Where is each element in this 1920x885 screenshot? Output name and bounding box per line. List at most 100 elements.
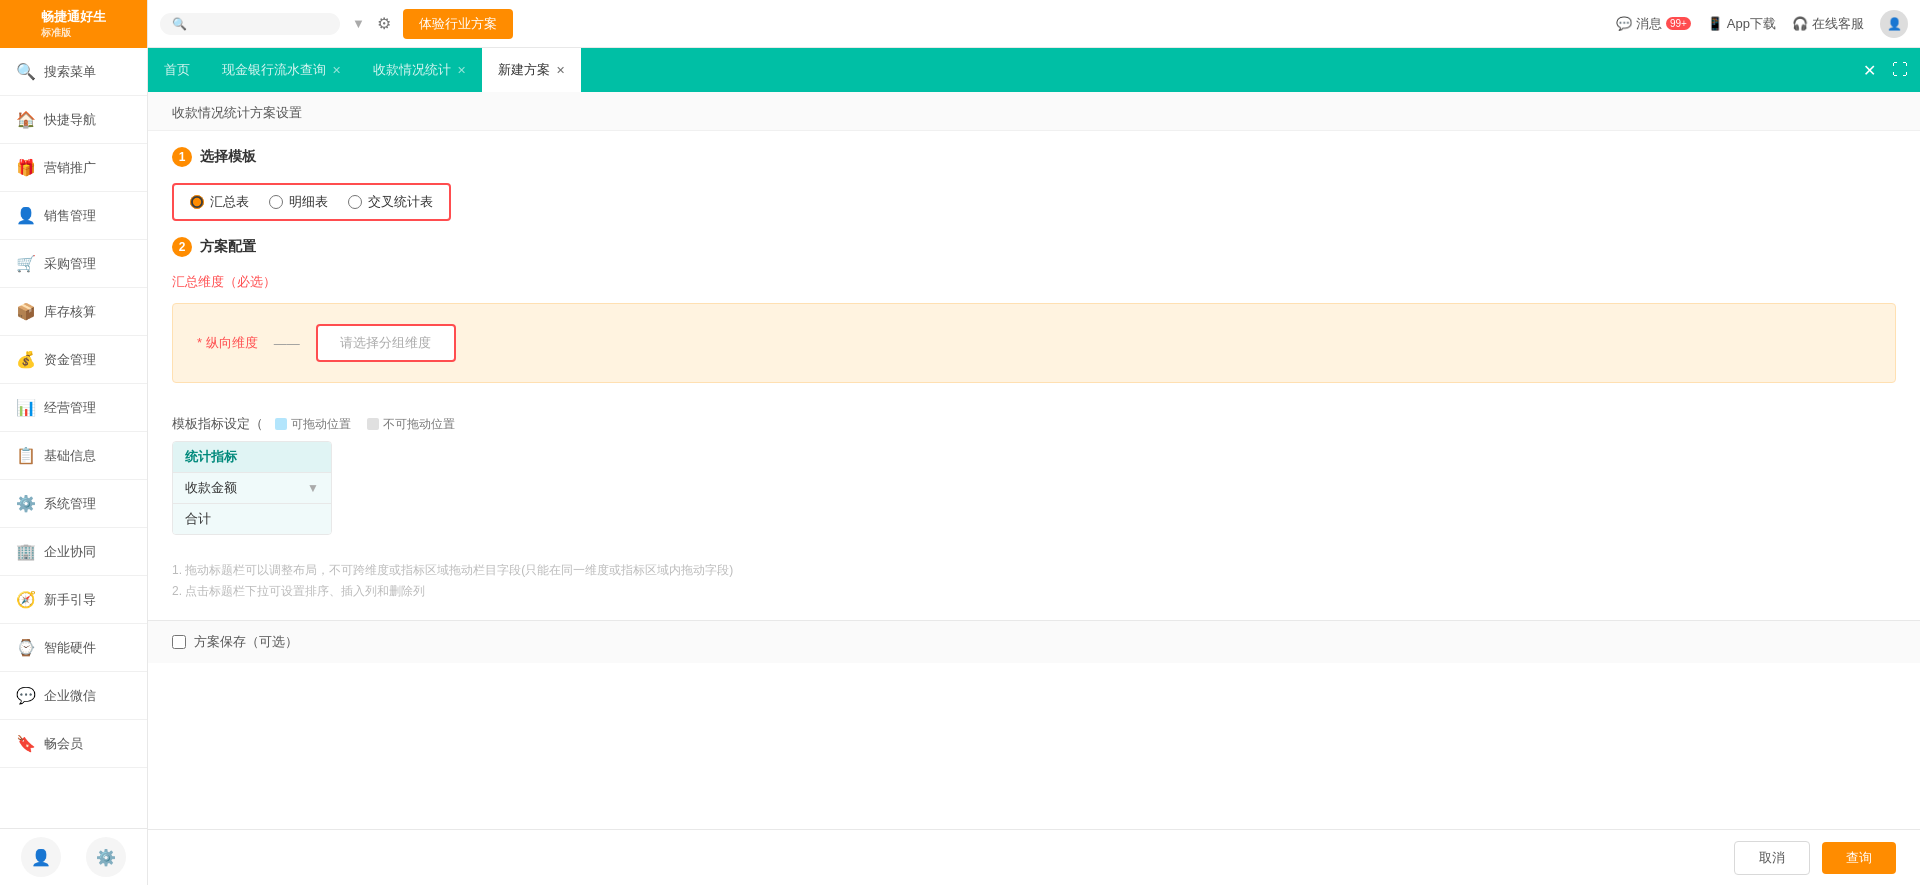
tab-home[interactable]: 首页	[148, 48, 206, 92]
section-config: 2 方案配置 汇总维度（必选） * 纵向维度 —— 请选择分组维度	[148, 237, 1920, 415]
sidebar-collapse-btn[interactable]: 👤	[21, 837, 61, 877]
template-select-box: 汇总表 明细表 交叉统计表	[172, 183, 451, 221]
industry-solution-button[interactable]: 体验行业方案	[403, 9, 513, 39]
bottom-bar: 取消 查询	[148, 829, 1920, 885]
topbar-search-box[interactable]: 🔍	[160, 13, 340, 35]
user-avatar[interactable]: 👤	[1880, 10, 1908, 38]
indicator-table-header: 统计指标	[173, 442, 331, 472]
save-plan-label: 方案保存（可选）	[194, 633, 298, 651]
tab-new-plan-close[interactable]: ✕	[556, 64, 565, 77]
non-draggable-dot	[367, 418, 379, 430]
app-download-label: App下载	[1727, 15, 1776, 33]
tab-new-plan[interactable]: 新建方案 ✕	[482, 48, 581, 92]
tab-receivable-label: 收款情况统计	[373, 61, 451, 79]
sidebar-item-label: 销售管理	[44, 207, 96, 225]
sidebar-item-label: 搜索菜单	[44, 63, 96, 81]
sidebar-item-inventory[interactable]: 📦 库存核算	[0, 288, 147, 336]
legend-non-draggable: 不可拖动位置	[367, 416, 455, 433]
section2-number: 2	[172, 237, 192, 257]
sidebar-item-basic-info[interactable]: 📋 基础信息	[0, 432, 147, 480]
tip-2: 2. 点击标题栏下拉可设置排序、插入列和删除列	[172, 583, 1896, 600]
sidebar-item-label: 采购管理	[44, 255, 96, 273]
sidebar: 畅捷通好生 标准版 🔍 搜索菜单 🏠 快捷导航 🎁 营销推广 👤 销售管理 🛒 …	[0, 0, 148, 885]
tab-new-plan-label: 新建方案	[498, 61, 550, 79]
tips-section: 1. 拖动标题栏可以调整布局，不可跨维度或指标区域拖动栏目字段(只能在同一维度或…	[148, 554, 1920, 620]
sidebar-item-hardware[interactable]: ⌚ 智能硬件	[0, 624, 147, 672]
content-area: 收款情况统计方案设置 1 选择模板 汇总表 明细表 交叉统计表	[148, 92, 1920, 829]
online-service-label: 在线客服	[1812, 15, 1864, 33]
template-summary-radio[interactable]	[190, 195, 204, 209]
sidebar-item-label: 新手引导	[44, 591, 96, 609]
tab-expand-icon[interactable]: ⛶	[1888, 57, 1912, 83]
dim-arrow: ——	[274, 336, 300, 351]
sidebar-item-sales[interactable]: 👤 销售管理	[0, 192, 147, 240]
sidebar-item-operations[interactable]: 📊 经营管理	[0, 384, 147, 432]
sidebar-item-quick-nav[interactable]: 🏠 快捷导航	[0, 96, 147, 144]
topbar-dropdown-icon[interactable]: ▼	[352, 16, 365, 31]
app-icon: 📱	[1707, 16, 1723, 31]
sidebar-bottom: 👤 ⚙️	[0, 828, 147, 885]
member-icon: 🔖	[16, 734, 36, 753]
purchase-icon: 🛒	[16, 254, 36, 273]
sidebar-item-marketing[interactable]: 🎁 营销推广	[0, 144, 147, 192]
sidebar-item-label: 系统管理	[44, 495, 96, 513]
indicator-row-total: 合计	[173, 503, 331, 534]
tab-home-label: 首页	[164, 61, 190, 79]
nav-tabs: 首页 现金银行流水查询 ✕ 收款情况统计 ✕ 新建方案 ✕ ✕ ⛶	[148, 48, 1920, 92]
dim-select-box[interactable]: 请选择分组维度	[316, 324, 456, 362]
cancel-button[interactable]: 取消	[1734, 841, 1810, 875]
section-template: 1 选择模板 汇总表 明细表 交叉统计表	[148, 131, 1920, 237]
indicator-row-amount[interactable]: 收款金额 ▼	[173, 472, 331, 503]
legend-draggable: 可拖动位置	[275, 416, 351, 433]
sidebar-item-label: 快捷导航	[44, 111, 96, 129]
tab-receivable[interactable]: 收款情况统计 ✕	[357, 48, 482, 92]
footer-save-section: 方案保存（可选）	[148, 620, 1920, 663]
sidebar-item-label: 经营管理	[44, 399, 96, 417]
vertical-dim-label: * 纵向维度	[197, 334, 258, 352]
tab-cash-flow-close[interactable]: ✕	[332, 64, 341, 77]
tab-cash-flow-label: 现金银行流水查询	[222, 61, 326, 79]
enterprise-icon: 🏢	[16, 542, 36, 561]
sidebar-item-label: 资金管理	[44, 351, 96, 369]
online-service-item[interactable]: 🎧 在线客服	[1792, 15, 1864, 33]
tip-1: 1. 拖动标题栏可以调整布局，不可跨维度或指标区域拖动栏目字段(只能在同一维度或…	[172, 562, 1896, 579]
logo-edition: 标准版	[41, 26, 106, 40]
tab-receivable-close[interactable]: ✕	[457, 64, 466, 77]
messages-item[interactable]: 💬 消息 99+	[1616, 15, 1691, 33]
sidebar-item-wechat[interactable]: 💬 企业微信	[0, 672, 147, 720]
query-button[interactable]: 查询	[1822, 842, 1896, 874]
sidebar-settings-btn[interactable]: ⚙️	[86, 837, 126, 877]
indicator-dropdown-icon[interactable]: ▼	[307, 481, 319, 495]
sidebar-item-system[interactable]: ⚙️ 系统管理	[0, 480, 147, 528]
sidebar-item-purchase[interactable]: 🛒 采购管理	[0, 240, 147, 288]
gear-icon[interactable]: ⚙	[377, 14, 391, 33]
inventory-icon: 📦	[16, 302, 36, 321]
draggable-label: 可拖动位置	[291, 416, 351, 433]
sidebar-item-funds[interactable]: 💰 资金管理	[0, 336, 147, 384]
system-icon: ⚙️	[16, 494, 36, 513]
sidebar-item-label: 企业微信	[44, 687, 96, 705]
app-download-item[interactable]: 📱 App下载	[1707, 15, 1776, 33]
indicator-section: 模板指标设定（ 可拖动位置 不可拖动位置 统计指标 收款金额 ▼	[148, 415, 1920, 554]
tab-close-all-icon[interactable]: ✕	[1859, 57, 1880, 84]
indicator-title: 模板指标设定（	[172, 415, 263, 433]
section1-number: 1	[172, 147, 192, 167]
template-summary[interactable]: 汇总表	[190, 193, 249, 211]
template-detail-radio[interactable]	[269, 195, 283, 209]
sidebar-item-guide[interactable]: 🧭 新手引导	[0, 576, 147, 624]
messages-label: 消息	[1636, 15, 1662, 33]
template-detail[interactable]: 明细表	[269, 193, 328, 211]
sidebar-item-search-menu[interactable]: 🔍 搜索菜单	[0, 48, 147, 96]
sidebar-item-enterprise[interactable]: 🏢 企业协同	[0, 528, 147, 576]
sidebar-item-label: 营销推广	[44, 159, 96, 177]
template-cross[interactable]: 交叉统计表	[348, 193, 433, 211]
sidebar-item-member[interactable]: 🔖 畅会员	[0, 720, 147, 768]
template-cross-radio[interactable]	[348, 195, 362, 209]
indicator-amount-label: 收款金额	[185, 479, 299, 497]
save-plan-checkbox[interactable]	[172, 635, 186, 649]
sidebar-item-label: 库存核算	[44, 303, 96, 321]
indicator-header: 模板指标设定（ 可拖动位置 不可拖动位置	[172, 415, 1896, 433]
tab-cash-flow[interactable]: 现金银行流水查询 ✕	[206, 48, 357, 92]
template-cross-label: 交叉统计表	[368, 193, 433, 211]
draggable-dot	[275, 418, 287, 430]
